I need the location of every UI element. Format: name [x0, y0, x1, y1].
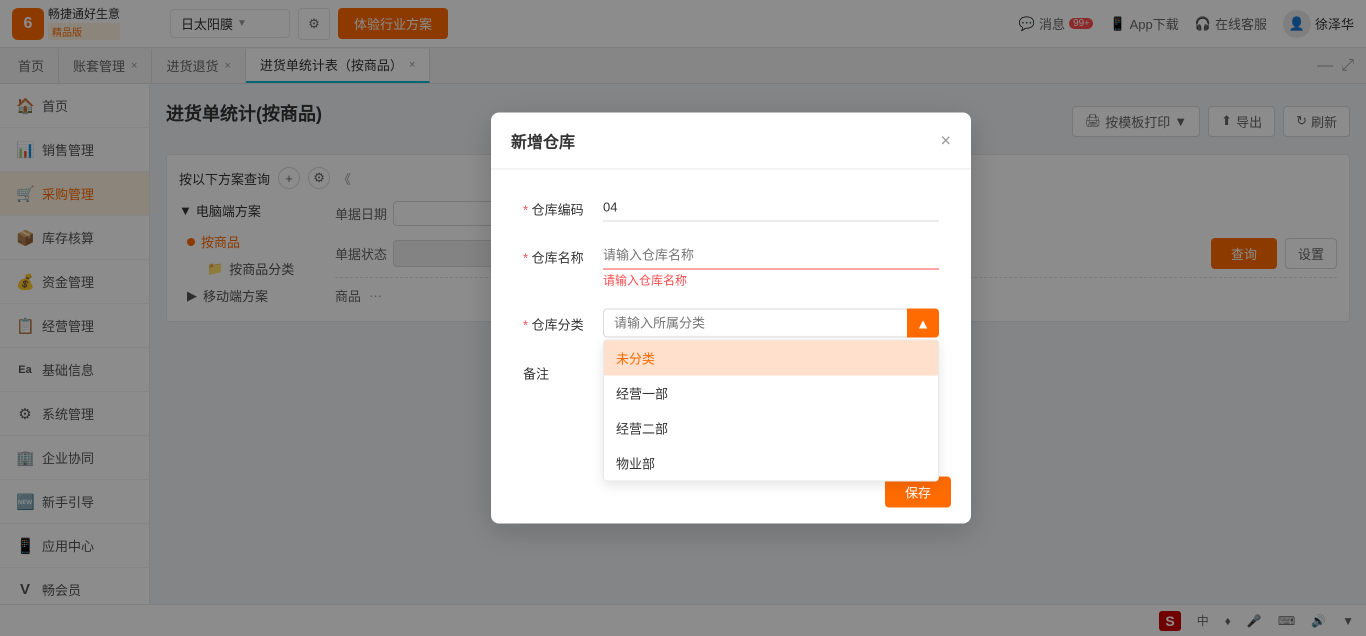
form-row-name: 仓库名称 请输入仓库名称: [523, 242, 939, 289]
form-row-category: 仓库分类 ▲ 未分类 经营一部 经营二部 物业部: [523, 309, 939, 338]
modal-close-button[interactable]: ×: [940, 130, 951, 151]
modal-header: 新增仓库 ×: [491, 113, 971, 170]
name-error-msg: 请输入仓库名称: [603, 272, 939, 289]
name-label: 仓库名称: [523, 242, 603, 267]
dropdown-item-0[interactable]: 未分类: [604, 341, 938, 376]
category-select-wrap: ▲ 未分类 经营一部 经营二部 物业部: [603, 309, 939, 338]
category-label: 仓库分类: [523, 309, 603, 334]
dropdown-item-1[interactable]: 经营一部: [604, 376, 938, 411]
note-label: 备注: [523, 358, 603, 383]
name-input-wrap: 请输入仓库名称: [603, 242, 939, 289]
modal-title: 新增仓库: [511, 129, 575, 153]
dropdown-item-3[interactable]: 物业部: [604, 446, 938, 481]
new-warehouse-modal: 新增仓库 × 仓库编码 仓库名称 请输入仓库名称 仓库分类 ▲: [491, 113, 971, 524]
code-input-wrap: [603, 194, 939, 222]
modal-body: 仓库编码 仓库名称 请输入仓库名称 仓库分类 ▲ 未分类: [491, 170, 971, 465]
dropdown-item-2[interactable]: 经营二部: [604, 411, 938, 446]
code-label: 仓库编码: [523, 194, 603, 219]
chevron-up-icon: ▲: [916, 315, 930, 331]
category-dropdown-button[interactable]: ▲: [907, 309, 939, 338]
category-input[interactable]: [603, 309, 939, 338]
form-row-code: 仓库编码: [523, 194, 939, 222]
category-dropdown-list: 未分类 经营一部 经营二部 物业部: [603, 340, 939, 482]
name-input[interactable]: [603, 242, 939, 270]
code-input[interactable]: [603, 194, 939, 222]
